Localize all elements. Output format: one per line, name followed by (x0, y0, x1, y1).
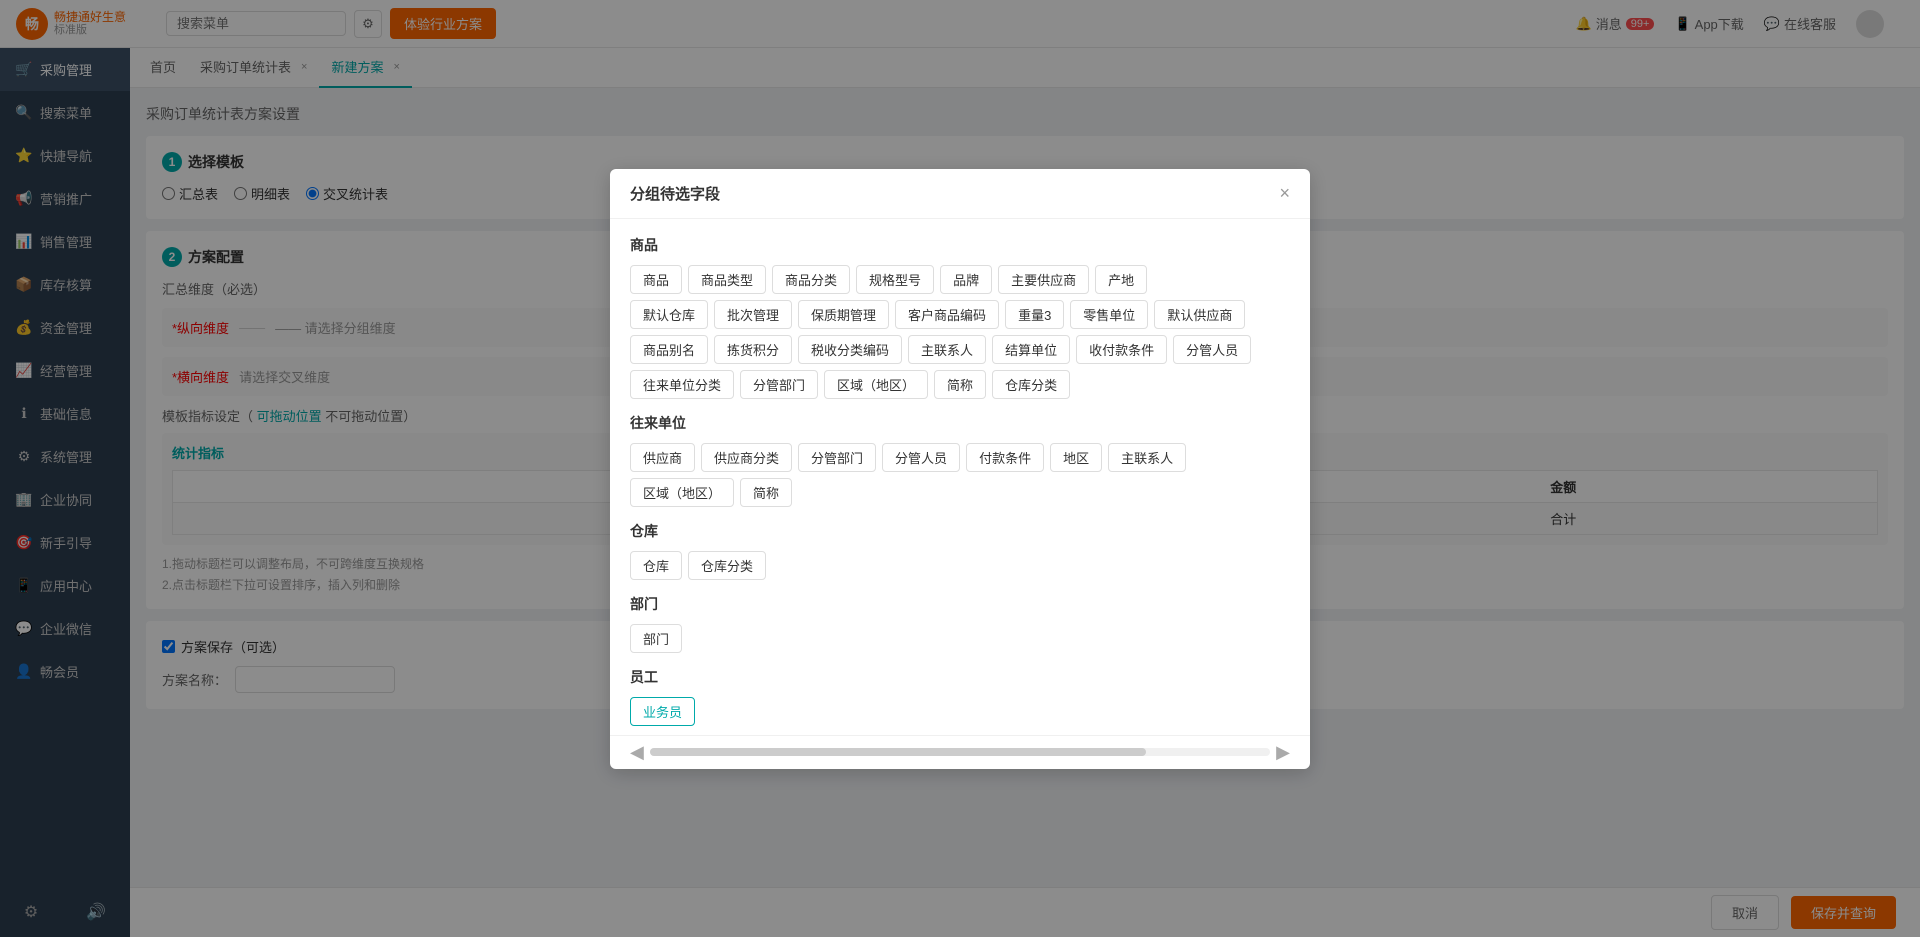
field-tag[interactable]: 商品分类 (772, 265, 850, 294)
modal-dialog: 分组待选字段 × 商品 商品 商品类型 商品分类 规格型号 品牌 主要供应商 产… (610, 169, 1310, 769)
section-goods-fields3: 商品别名 拣货积分 税收分类编码 主联系人 结算单位 收付款条件 分管人员 (630, 335, 1290, 364)
field-tag[interactable]: 分管部门 (798, 443, 876, 472)
section-goods-fields: 商品 商品类型 商品分类 规格型号 品牌 主要供应商 产地 (630, 265, 1290, 294)
field-tag[interactable]: 零售单位 (1070, 300, 1148, 329)
section-partner-fields2: 区域（地区） 简称 (630, 478, 1290, 507)
modal-scrollbar: ◀ ▶ (610, 735, 1310, 769)
field-tag[interactable]: 默认仓库 (630, 300, 708, 329)
section-goods-fields4: 往来单位分类 分管部门 区域（地区） 简称 仓库分类 (630, 370, 1290, 399)
field-tag[interactable]: 商品 (630, 265, 682, 294)
section-partner-fields1: 供应商 供应商分类 分管部门 分管人员 付款条件 地区 主联系人 (630, 443, 1290, 472)
field-tag[interactable]: 主联系人 (1108, 443, 1186, 472)
field-tag[interactable]: 商品类型 (688, 265, 766, 294)
field-tag[interactable]: 主要供应商 (998, 265, 1089, 294)
modal-title: 分组待选字段 (630, 183, 720, 204)
section-goods-fields2: 默认仓库 批次管理 保质期管理 客户商品编码 重量3 零售单位 默认供应商 (630, 300, 1290, 329)
scroll-left-btn[interactable]: ◀ (630, 742, 644, 763)
field-tag[interactable]: 仓库分类 (992, 370, 1070, 399)
field-tag[interactable]: 分管人员 (1173, 335, 1251, 364)
field-tag-selected[interactable]: 业务员 (630, 697, 695, 726)
field-tag[interactable]: 客户商品编码 (895, 300, 999, 329)
field-tag[interactable]: 供应商分类 (701, 443, 792, 472)
field-tag[interactable]: 结算单位 (992, 335, 1070, 364)
modal-overlay: 分组待选字段 × 商品 商品 商品类型 商品分类 规格型号 品牌 主要供应商 产… (0, 0, 1920, 937)
field-tag[interactable]: 批次管理 (714, 300, 792, 329)
section-partner-title: 往来单位 (630, 413, 1290, 433)
section-employee-fields: 业务员 (630, 697, 1290, 726)
section-dept-fields: 部门 (630, 624, 1290, 653)
field-tag[interactable]: 默认供应商 (1154, 300, 1245, 329)
field-tag[interactable]: 重量3 (1005, 300, 1064, 329)
field-tag[interactable]: 分管部门 (740, 370, 818, 399)
field-tag[interactable]: 供应商 (630, 443, 695, 472)
field-tag[interactable]: 简称 (740, 478, 792, 507)
field-tag[interactable]: 产地 (1095, 265, 1147, 294)
field-tag[interactable]: 地区 (1050, 443, 1102, 472)
field-tag[interactable]: 收付款条件 (1076, 335, 1167, 364)
section-dept-title: 部门 (630, 594, 1290, 614)
field-tag[interactable]: 往来单位分类 (630, 370, 734, 399)
field-tag[interactable]: 拣货积分 (714, 335, 792, 364)
modal-body: 商品 商品 商品类型 商品分类 规格型号 品牌 主要供应商 产地 默认仓库 批次… (610, 219, 1310, 735)
field-tag[interactable]: 规格型号 (856, 265, 934, 294)
section-warehouse-title: 仓库 (630, 521, 1290, 541)
scrollbar-thumb[interactable] (650, 748, 1146, 756)
section-goods-title: 商品 (630, 235, 1290, 255)
field-tag[interactable]: 区域（地区） (824, 370, 928, 399)
modal-header: 分组待选字段 × (610, 169, 1310, 219)
scrollbar-track (650, 748, 1270, 756)
field-tag[interactable]: 仓库分类 (688, 551, 766, 580)
section-employee-title: 员工 (630, 667, 1290, 687)
field-tag[interactable]: 商品别名 (630, 335, 708, 364)
field-tag[interactable]: 部门 (630, 624, 682, 653)
field-tag[interactable]: 税收分类编码 (798, 335, 902, 364)
field-tag[interactable]: 付款条件 (966, 443, 1044, 472)
field-tag[interactable]: 品牌 (940, 265, 992, 294)
field-tag[interactable]: 主联系人 (908, 335, 986, 364)
scroll-right-btn[interactable]: ▶ (1276, 742, 1290, 763)
field-tag[interactable]: 保质期管理 (798, 300, 889, 329)
field-tag[interactable]: 分管人员 (882, 443, 960, 472)
field-tag[interactable]: 区域（地区） (630, 478, 734, 507)
field-tag[interactable]: 仓库 (630, 551, 682, 580)
section-warehouse-fields: 仓库 仓库分类 (630, 551, 1290, 580)
field-tag[interactable]: 简称 (934, 370, 986, 399)
modal-close-button[interactable]: × (1279, 183, 1290, 204)
